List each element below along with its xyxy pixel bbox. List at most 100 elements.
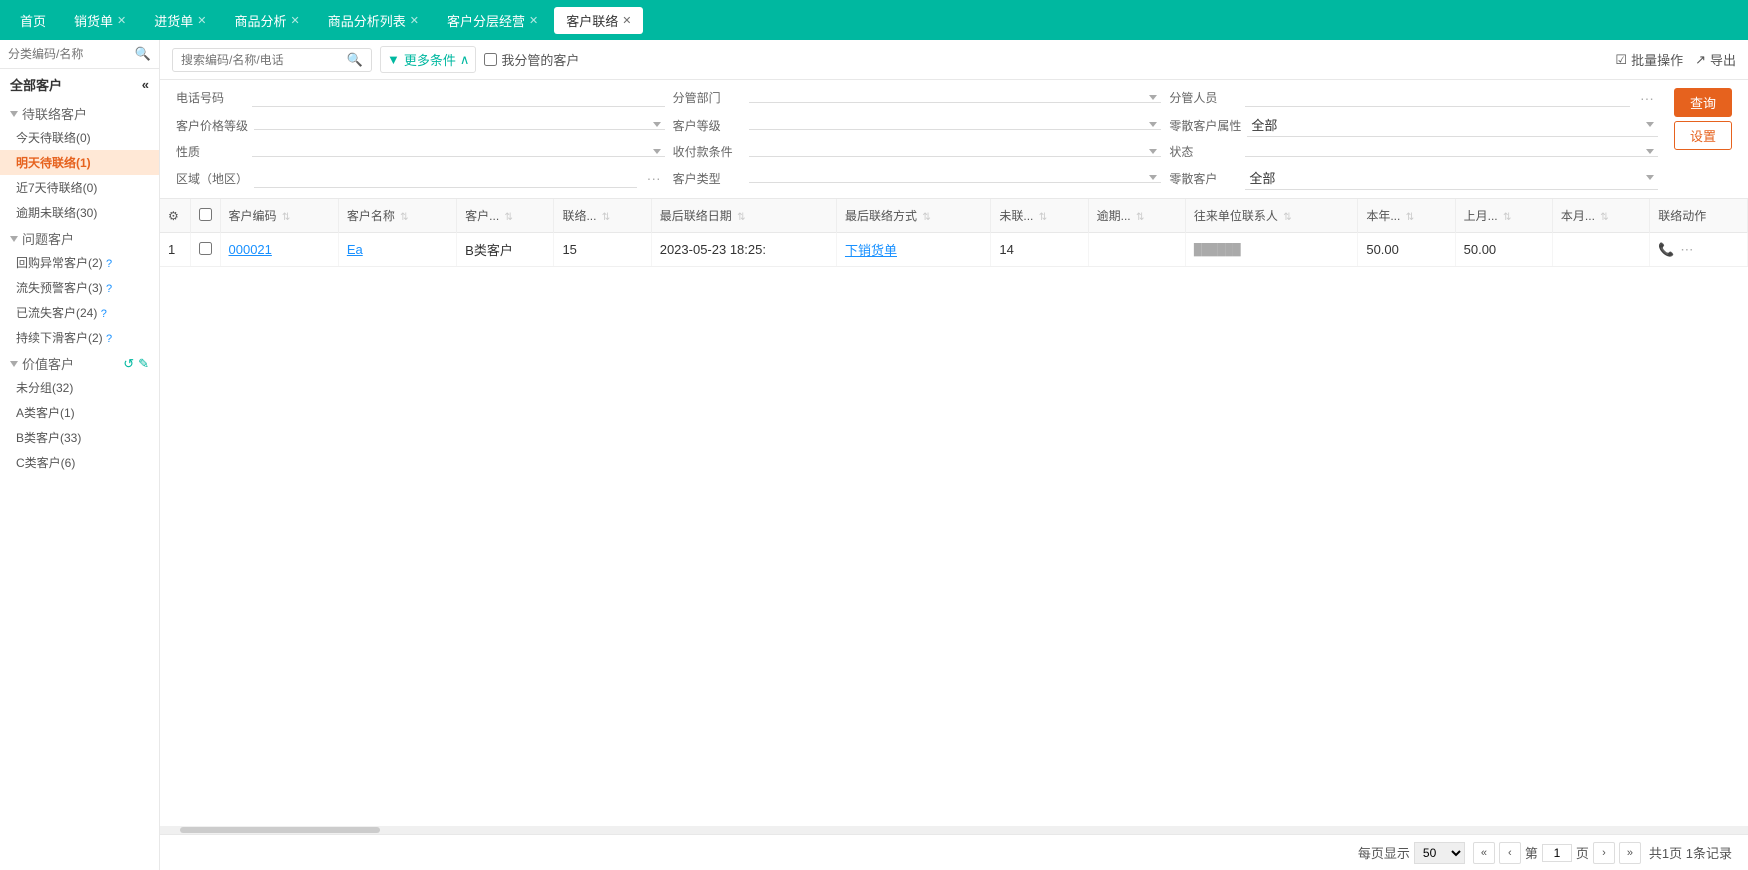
- declining-info-icon[interactable]: ?: [106, 333, 112, 345]
- filter-scattered-select[interactable]: 全部: [1245, 166, 1658, 190]
- sidebar-item-repurchase-abnormal[interactable]: 回购异常客户(2) ?: [0, 250, 159, 275]
- horizontal-scrollbar[interactable]: [160, 826, 1748, 834]
- col-last-date[interactable]: 最后联络日期 ⇅: [651, 199, 836, 233]
- nav-sales[interactable]: 销货单 ✕: [62, 7, 138, 34]
- next-page-btn[interactable]: ›: [1593, 842, 1615, 864]
- filter-payment-select[interactable]: [749, 147, 1162, 157]
- select-all-checkbox[interactable]: [199, 208, 212, 221]
- set-button[interactable]: 设置: [1674, 121, 1732, 150]
- action-more-icon[interactable]: ⋯: [1680, 242, 1693, 258]
- row-last-method[interactable]: 下销货单: [836, 233, 990, 267]
- col-overdue[interactable]: 逾期... ⇅: [1088, 199, 1185, 233]
- search-input[interactable]: [181, 53, 343, 67]
- filter-price-level-select[interactable]: [254, 120, 665, 130]
- sidebar-search-icon[interactable]: 🔍: [135, 46, 151, 62]
- repurchase-info-icon[interactable]: ?: [106, 258, 112, 270]
- sidebar-all-customers[interactable]: 全部客户 «: [0, 69, 159, 100]
- prev-page-btn[interactable]: ‹: [1499, 842, 1521, 864]
- col-code[interactable]: 客户编码 ⇅: [220, 199, 338, 233]
- action-phone-icon[interactable]: 📞: [1658, 242, 1674, 258]
- filter-manager-label: 分管人员: [1169, 89, 1239, 106]
- sidebar-item-a-class[interactable]: A类客户(1): [0, 400, 159, 425]
- nav-goods-analysis-list-close[interactable]: ✕: [410, 14, 419, 27]
- col-gear[interactable]: ⚙: [160, 199, 190, 233]
- nav-purchase-label: 进货单: [154, 11, 193, 30]
- filter-status-select[interactable]: [1245, 147, 1658, 157]
- my-customers-checkbox[interactable]: [484, 53, 497, 66]
- page-input[interactable]: [1542, 844, 1572, 862]
- sidebar-item-lost[interactable]: 已流失客户(24) ?: [0, 300, 159, 325]
- scrollbar-thumb: [180, 827, 380, 833]
- col-this-month[interactable]: 本月... ⇅: [1552, 199, 1649, 233]
- filter-icon: ▼: [387, 52, 400, 67]
- sidebar-item-declining[interactable]: 持续下滑客户(2) ?: [0, 325, 159, 350]
- filter-customer-level-select[interactable]: [749, 120, 1162, 130]
- filter-panel: 电话号码 分管部门 分管人员: [160, 80, 1748, 199]
- filter-scattered-attr-select[interactable]: 全部: [1247, 113, 1658, 137]
- col-last-month[interactable]: 上月... ⇅: [1455, 199, 1552, 233]
- nav-customer-tier-close[interactable]: ✕: [529, 14, 538, 27]
- churn-info-icon[interactable]: ?: [106, 283, 112, 295]
- row-code[interactable]: 000021: [220, 233, 338, 267]
- row-name[interactable]: Ea: [338, 233, 456, 267]
- search-icon[interactable]: 🔍: [347, 52, 363, 68]
- sidebar-item-ungrouped[interactable]: 未分组(32): [0, 375, 159, 400]
- nav-customer-tier[interactable]: 客户分层经营 ✕: [435, 7, 550, 34]
- col-name[interactable]: 客户名称 ⇅: [338, 199, 456, 233]
- nav-home[interactable]: 首页: [8, 7, 58, 34]
- first-page-btn[interactable]: «: [1473, 842, 1495, 864]
- col-contact-count[interactable]: 联络... ⇅: [554, 199, 651, 233]
- sidebar-item-overdue[interactable]: 逾期未联络(30): [0, 200, 159, 225]
- nav-customer-contact[interactable]: 客户联络 ✕: [554, 7, 643, 34]
- nav-purchase-close[interactable]: ✕: [197, 14, 206, 27]
- row-check[interactable]: [190, 233, 220, 267]
- nav-goods-analysis[interactable]: 商品分析 ✕: [222, 7, 311, 34]
- export-btn[interactable]: ↗ 导出: [1695, 50, 1736, 69]
- nav-sales-close[interactable]: ✕: [117, 14, 126, 27]
- sidebar-group-problem[interactable]: 问题客户: [0, 225, 159, 250]
- filter-dept-select[interactable]: [749, 93, 1162, 103]
- batch-ops-btn[interactable]: ☑ 批量操作: [1615, 50, 1683, 69]
- sidebar-group-value[interactable]: 价值客户 ↺ ✎: [0, 350, 159, 375]
- filter-manager-dots[interactable]: ···: [1636, 90, 1658, 106]
- sidebar-item-churn-warning[interactable]: 流失预警客户(3) ?: [0, 275, 159, 300]
- filter-region-dots[interactable]: ···: [643, 170, 665, 186]
- sidebar-item-b-class[interactable]: B类客户(33): [0, 425, 159, 450]
- sidebar-group-pending[interactable]: 待联络客户: [0, 100, 159, 125]
- filter-nature-chevron: [653, 149, 661, 154]
- row-no: 1: [160, 233, 190, 267]
- value-refresh-icon[interactable]: ↺: [123, 356, 134, 372]
- query-button[interactable]: 查询: [1674, 88, 1732, 117]
- filter-dept: 分管部门: [673, 89, 1162, 106]
- filter-manager-input[interactable]: [1245, 88, 1630, 107]
- toolbar: 🔍 ▼ 更多条件 ∧ 我分管的客户 ☑ 批量操作 ↗ 导出: [160, 40, 1748, 80]
- filter-region-input[interactable]: [254, 169, 637, 188]
- nav-purchase[interactable]: 进货单 ✕: [142, 7, 218, 34]
- filter-nature-select[interactable]: [252, 147, 665, 157]
- sidebar-item-7days[interactable]: 近7天待联络(0): [0, 175, 159, 200]
- nav-goods-analysis-close[interactable]: ✕: [291, 14, 300, 27]
- nav-goods-analysis-list[interactable]: 商品分析列表 ✕: [316, 7, 431, 34]
- sidebar-search-input[interactable]: [8, 47, 131, 61]
- filter-customer-type-select[interactable]: [749, 173, 1162, 183]
- value-expand-icon: [10, 361, 18, 367]
- lost-info-icon[interactable]: ?: [101, 308, 107, 320]
- value-edit-icon[interactable]: ✎: [138, 356, 149, 372]
- col-partner[interactable]: 往来单位联系人 ⇅: [1185, 199, 1357, 233]
- sidebar-item-today[interactable]: 今天待联络(0): [0, 125, 159, 150]
- col-uncontacted[interactable]: 未联... ⇅: [991, 199, 1088, 233]
- col-check[interactable]: [190, 199, 220, 233]
- nav-customer-contact-close[interactable]: ✕: [622, 14, 631, 27]
- filter-more-btn[interactable]: ▼ 更多条件 ∧: [380, 46, 476, 73]
- last-page-btn[interactable]: »: [1619, 842, 1641, 864]
- batch-checkbox-icon: ☑: [1615, 52, 1627, 68]
- col-type[interactable]: 客户... ⇅: [457, 199, 554, 233]
- sidebar-item-tomorrow[interactable]: 明天待联络(1): [0, 150, 159, 175]
- page-size-select[interactable]: 50 100 200: [1414, 842, 1465, 864]
- col-last-method[interactable]: 最后联络方式 ⇅: [836, 199, 990, 233]
- sidebar-item-c-class[interactable]: C类客户(6): [0, 450, 159, 475]
- my-customers-check[interactable]: 我分管的客户: [484, 50, 579, 69]
- row-checkbox[interactable]: [199, 242, 212, 255]
- filter-phone-input[interactable]: [252, 88, 665, 107]
- col-this-year[interactable]: 本年... ⇅: [1358, 199, 1455, 233]
